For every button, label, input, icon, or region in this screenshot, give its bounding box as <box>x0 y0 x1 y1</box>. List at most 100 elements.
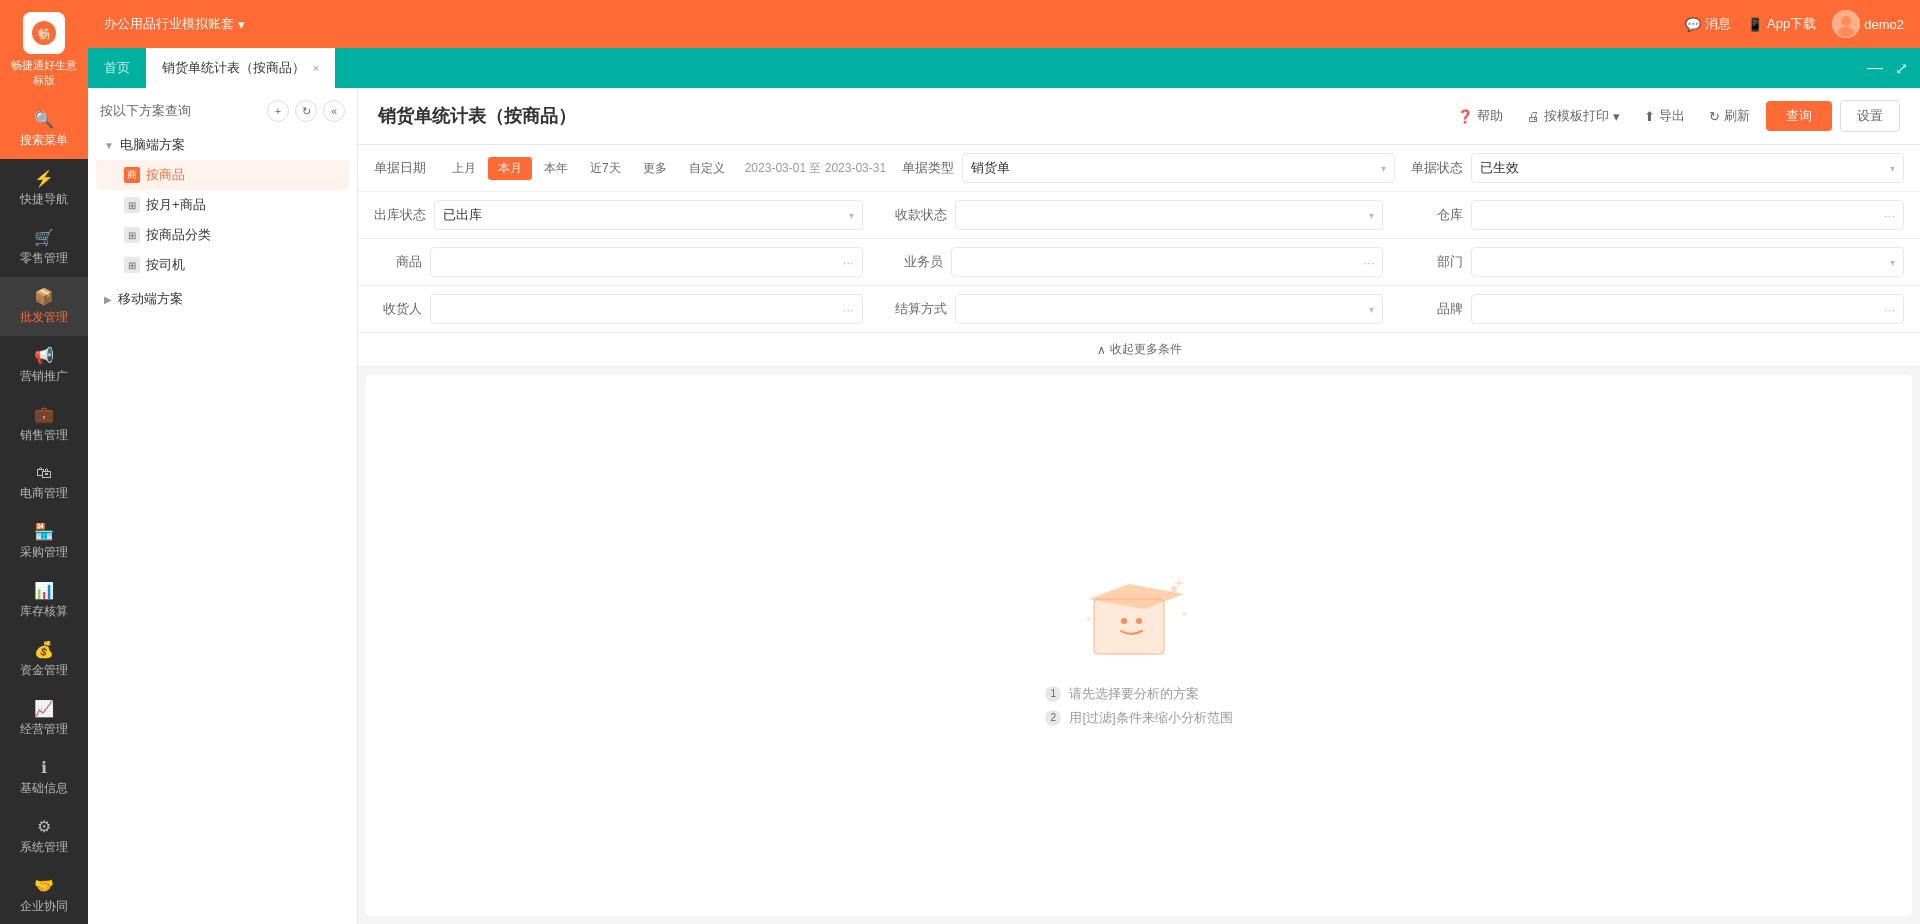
industry-select[interactable]: 办公用品行业模拟账套 ▾ <box>104 15 245 33</box>
top-header: 办公用品行业模拟账套 ▾ 💬 消息 📱 App下载 <box>88 0 1920 48</box>
date-btn-this-month[interactable]: 本月 <box>488 157 532 180</box>
settlement-arrow-icon: ▾ <box>1369 304 1374 315</box>
warehouse-dots-icon: ··· <box>1884 208 1895 223</box>
header-right: 💬 消息 📱 App下载 demo2 <box>1685 10 1904 38</box>
left-panel-header: 按以下方案查询 + ↻ « <box>88 100 357 130</box>
industry-dropdown-icon: ▾ <box>238 17 245 32</box>
app-download-btn[interactable]: 📱 App下载 <box>1747 15 1816 33</box>
out-status-label: 出库状态 <box>374 206 434 224</box>
sidebar-item-inventory[interactable]: 📊 库存核算 <box>0 571 88 630</box>
tree-item-by-month-goods[interactable]: ⊞ 按月+商品 <box>96 190 349 220</box>
tab-home[interactable]: 首页 <box>88 48 146 88</box>
receiver-dots-icon: ··· <box>843 302 854 317</box>
page-header: 销货单统计表（按商品） ❓ 帮助 🖨 按模板打印 ▾ ⬆ 导出 <box>358 88 1920 145</box>
filter-doc-type: 单据类型 销货单 ▾ <box>902 153 1395 183</box>
minimize-btn[interactable]: — <box>1863 55 1887 81</box>
finance-icon: 💰 <box>34 640 54 659</box>
doc-type-select[interactable]: 销货单 ▾ <box>962 153 1395 183</box>
filter-goods: 商品 ··· <box>358 239 879 285</box>
inventory-icon: 📊 <box>34 581 54 600</box>
out-status-select[interactable]: 已出库 ▾ <box>434 200 863 230</box>
refresh-btn[interactable]: ↻ 刷新 <box>1701 103 1758 129</box>
header-left: 办公用品行业模拟账套 ▾ <box>104 15 245 33</box>
sidebar-item-sales[interactable]: 💼 销售管理 <box>0 395 88 454</box>
refresh-icon: ↻ <box>1709 109 1720 124</box>
doc-status-label: 单据状态 <box>1411 159 1471 177</box>
avatar <box>1832 10 1860 38</box>
tree-item-icon-category: ⊞ <box>124 227 140 243</box>
date-btn-7days[interactable]: 近7天 <box>580 157 631 180</box>
sidebar-item-retail[interactable]: 🛒 零售管理 <box>0 218 88 277</box>
tree-group-mobile-header[interactable]: ▶ 移动端方案 <box>96 284 349 314</box>
tree-group-desktop: ▼ 电脑端方案 商 按商品 ⊞ 按月+商品 ⊞ <box>96 130 349 280</box>
svg-point-7 <box>1121 618 1127 624</box>
collapse-panel-btn[interactable]: « <box>323 100 345 122</box>
dept-select[interactable]: ▾ <box>1471 247 1904 277</box>
brand-select[interactable]: ··· <box>1471 294 1904 324</box>
sidebar-item-marketing[interactable]: 📢 营销推广 <box>0 336 88 395</box>
settlement-select[interactable]: ▾ <box>955 294 1384 324</box>
receiver-label: 收货人 <box>374 300 430 318</box>
sidebar-item-purchase[interactable]: 🏪 采购管理 <box>0 512 88 571</box>
collapse-filters-btn[interactable]: ∧ 收起更多条件 <box>358 333 1920 366</box>
purchase-icon: 🏪 <box>34 522 54 541</box>
tree-item-by-goods[interactable]: 商 按商品 <box>96 160 349 190</box>
date-btn-more[interactable]: 更多 <box>633 157 677 180</box>
add-scheme-btn[interactable]: + <box>267 100 289 122</box>
tab-close-icon[interactable]: × <box>313 62 319 74</box>
date-btn-last-month[interactable]: 上月 <box>442 157 486 180</box>
tree-item-icon-driver: ⊞ <box>124 257 140 273</box>
maximize-btn[interactable]: ⤢ <box>1891 55 1912 82</box>
svg-point-8 <box>1136 618 1142 624</box>
doc-type-arrow-icon: ▾ <box>1381 163 1386 174</box>
tree-item-by-driver[interactable]: ⊞ 按司机 <box>96 250 349 280</box>
filter-date: 单据日期 上月 本月 本年 近7天 更多 自定义 2023-03-01 至 20… <box>374 157 886 180</box>
sidebar-item-basic[interactable]: ℹ 基础信息 <box>0 748 88 807</box>
svg-text:畅: 畅 <box>38 27 50 41</box>
basic-icon: ℹ <box>41 758 47 777</box>
print-btn[interactable]: 🖨 按模板打印 ▾ <box>1519 103 1628 129</box>
brand-label: 品牌 <box>1415 300 1471 318</box>
date-btn-this-year[interactable]: 本年 <box>534 157 578 180</box>
receiver-select[interactable]: ··· <box>430 294 863 324</box>
sidebar-search[interactable]: 🔍 搜索菜单 <box>0 100 88 159</box>
industry-label: 办公用品行业模拟账套 <box>104 15 234 33</box>
help-btn[interactable]: ❓ 帮助 <box>1449 103 1511 129</box>
doc-status-select[interactable]: 已生效 ▾ <box>1471 153 1904 183</box>
doc-type-label: 单据类型 <box>902 159 962 177</box>
sidebar-item-enterprise[interactable]: 🤝 企业协同 <box>0 866 88 924</box>
goods-select[interactable]: ··· <box>430 247 863 277</box>
sidebar-item-wholesale[interactable]: 📦 批发管理 <box>0 277 88 336</box>
payment-status-select[interactable]: ▾ <box>955 200 1384 230</box>
empty-state: 1 请先选择要分析的方案 2 用[过滤]条件来缩小分析范围 <box>366 375 1912 916</box>
tree-subgroup-desktop: 商 按商品 ⊞ 按月+商品 ⊞ 按商品分类 ⊞ <box>96 160 349 280</box>
svg-point-9 <box>1171 586 1177 592</box>
sidebar-logo: 畅 畅捷通好生意 标版 <box>0 0 88 100</box>
tree-item-by-category[interactable]: ⊞ 按商品分类 <box>96 220 349 250</box>
page-title: 销货单统计表（按商品） <box>378 104 576 128</box>
sidebar-item-ecommerce[interactable]: 🛍 电商管理 <box>0 454 88 512</box>
tree-group-desktop-header[interactable]: ▼ 电脑端方案 <box>96 130 349 160</box>
query-button[interactable]: 查询 <box>1766 101 1832 131</box>
refresh-scheme-btn[interactable]: ↻ <box>295 100 317 122</box>
logo-icon: 畅 <box>23 12 65 54</box>
svg-point-4 <box>1838 27 1854 37</box>
sidebar-item-finance[interactable]: 💰 资金管理 <box>0 630 88 689</box>
sidebar-item-operation[interactable]: 📈 经营管理 <box>0 689 88 748</box>
sidebar-item-quick[interactable]: ⚡ 快捷导航 <box>0 159 88 218</box>
staff-select[interactable]: ··· <box>951 247 1384 277</box>
messages-btn[interactable]: 💬 消息 <box>1685 15 1731 33</box>
user-profile-btn[interactable]: demo2 <box>1832 10 1904 38</box>
date-btn-custom[interactable]: 自定义 <box>679 157 735 180</box>
tab-active[interactable]: 销货单统计表（按商品） × <box>146 48 335 88</box>
message-icon: 💬 <box>1685 17 1701 32</box>
export-btn[interactable]: ⬆ 导出 <box>1636 103 1693 129</box>
settings-button[interactable]: 设置 <box>1840 100 1900 132</box>
sidebar-item-system[interactable]: ⚙ 系统管理 <box>0 807 88 866</box>
sales-icon: 💼 <box>34 405 54 424</box>
dept-arrow-icon: ▾ <box>1890 257 1895 268</box>
warehouse-select[interactable]: ··· <box>1471 200 1904 230</box>
download-icon: 📱 <box>1747 17 1763 32</box>
search-icon: 🔍 <box>34 110 54 129</box>
goods-dots-icon: ··· <box>843 255 854 270</box>
